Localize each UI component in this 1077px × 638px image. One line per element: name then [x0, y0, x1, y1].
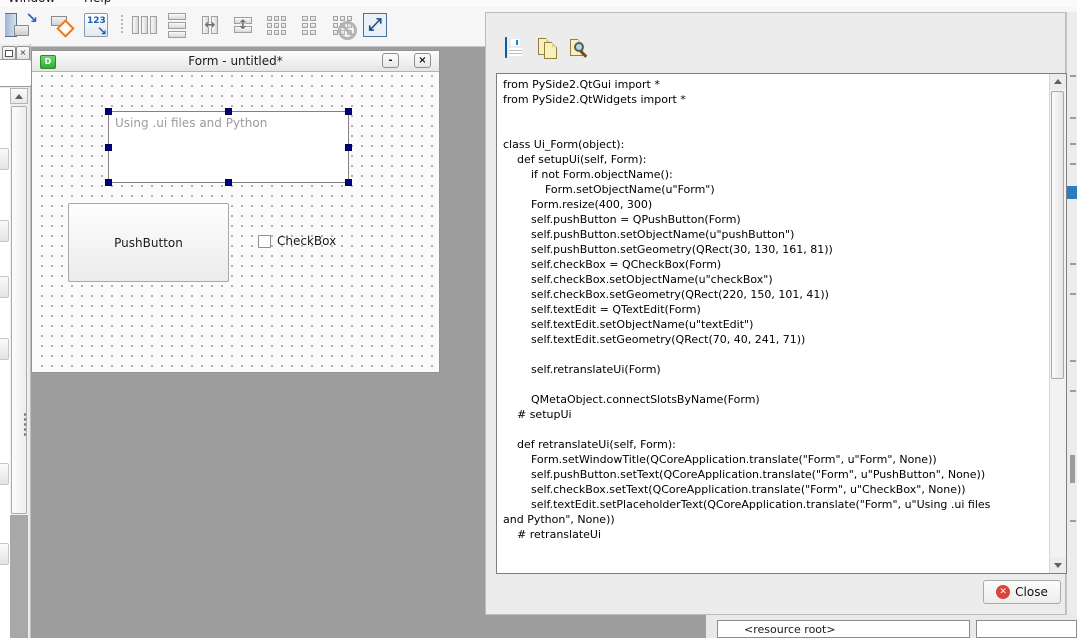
- layout-form-button[interactable]: [296, 12, 322, 38]
- code-scrollbar[interactable]: [1049, 74, 1066, 573]
- save-icon: [505, 37, 507, 58]
- arrow-down-icon: [1054, 563, 1062, 568]
- widget-category-row[interactable]: [0, 338, 9, 360]
- dock-close-button[interactable]: ×: [16, 46, 30, 60]
- close-dialog-button[interactable]: ✕ Close: [983, 580, 1061, 604]
- menu-bar: Window Help: [0, 0, 1077, 7]
- widget-category-row[interactable]: [0, 148, 9, 170]
- menu-item-window[interactable]: Window: [8, 0, 55, 5]
- copy-code-button[interactable]: [537, 38, 559, 60]
- check-box-label: CheckBox: [277, 234, 336, 248]
- edit-signals-slots-button[interactable]: ↘: [12, 12, 38, 38]
- dock-scrollbar-lower-track[interactable]: [10, 515, 28, 638]
- close-button-label: Close: [1015, 585, 1048, 599]
- form-window-title: Form - untitled*: [32, 54, 439, 68]
- dock-scrollbar-up[interactable]: [10, 88, 28, 104]
- selection-handle-s[interactable]: [225, 179, 232, 186]
- edit-buddies-button[interactable]: [49, 12, 75, 38]
- push-button-label: PushButton: [114, 236, 183, 250]
- form-close-button[interactable]: ×: [414, 53, 431, 68]
- break-layout-button[interactable]: [329, 12, 355, 38]
- buddy-icon: [50, 13, 74, 37]
- layout-vertical-icon: [168, 13, 186, 38]
- resource-browser-panel: <resource root>: [706, 615, 1077, 638]
- dock-splitter-handle[interactable]: [23, 412, 27, 438]
- code-view[interactable]: from PySide2.QtGui import * from PySide2…: [496, 73, 1067, 574]
- close-circle-icon: ✕: [996, 585, 1010, 599]
- selection-handle-ne[interactable]: [345, 108, 352, 115]
- float-icon: [5, 50, 13, 57]
- selection-handle-w[interactable]: [105, 144, 112, 151]
- layout-horizontal-button[interactable]: [131, 12, 157, 38]
- widget-category-row[interactable]: [0, 463, 9, 485]
- resource-tree[interactable]: <resource root>: [717, 620, 970, 638]
- close-icon: ×: [20, 49, 27, 57]
- qt-designer-screen: Window Help ↘ 123 ↘: [0, 0, 1077, 638]
- layout-grid-button[interactable]: [263, 12, 289, 38]
- layout-splitter-vertical-button[interactable]: ↕: [230, 12, 256, 38]
- menu-item-help[interactable]: Help: [84, 0, 111, 5]
- code-scroll-up[interactable]: [1050, 74, 1066, 89]
- widget-category-row[interactable]: [0, 543, 9, 565]
- selection-handle-n[interactable]: [225, 108, 232, 115]
- copy-icon: [537, 38, 559, 60]
- arrow-up-icon: [1054, 79, 1062, 84]
- adjust-size-button[interactable]: ⤢: [362, 12, 388, 38]
- no-sign-icon: [338, 21, 357, 40]
- form-minimize-button[interactable]: -: [382, 53, 399, 68]
- layout-vertical-button[interactable]: [164, 12, 190, 38]
- clipped-right-panel: [1066, 12, 1077, 638]
- code-preview-dialog: from PySide2.QtGui import * from PySide2…: [485, 12, 1066, 615]
- adjust-size-icon: ⤢: [363, 13, 387, 37]
- selection-handle-nw[interactable]: [105, 108, 112, 115]
- tab-order-icon: 123 ↘: [84, 13, 108, 37]
- generated-python-code: from PySide2.QtGui import * from PySide2…: [503, 77, 990, 542]
- selection-handle-se[interactable]: [345, 179, 352, 186]
- dock-scrollbar-thumb[interactable]: [11, 106, 27, 514]
- form-designer-window: D Form - untitled* - × Using .ui files a…: [31, 50, 440, 373]
- find-in-code-button[interactable]: [569, 38, 591, 60]
- resource-root-item[interactable]: <resource root>: [744, 623, 836, 636]
- layout-splitter-horizontal-button[interactable]: ↔: [197, 12, 223, 38]
- grid-layout-icon: [267, 16, 286, 35]
- edit-tab-order-button[interactable]: 123 ↘: [83, 12, 109, 38]
- selection-handle-e[interactable]: [345, 144, 352, 151]
- widget-category-row[interactable]: [0, 220, 9, 242]
- form-window-titlebar[interactable]: D Form - untitled* - ×: [32, 51, 439, 72]
- signal-slot-icon: ↘: [13, 13, 37, 37]
- resource-side-box[interactable]: [976, 620, 1077, 638]
- layout-horizontal-icon: [132, 16, 157, 34]
- arrow-up-icon: [15, 94, 23, 99]
- toolbar-separator: [121, 15, 123, 35]
- code-scroll-down[interactable]: [1050, 558, 1066, 573]
- dock-float-button[interactable]: [2, 46, 16, 60]
- widget-filter-input[interactable]: [0, 59, 32, 87]
- widget-category-row[interactable]: [0, 276, 9, 298]
- text-edit-widget[interactable]: Using .ui files and Python: [108, 111, 349, 183]
- selected-item-edge: [1067, 186, 1077, 199]
- selection-handle-sw[interactable]: [105, 179, 112, 186]
- form-canvas[interactable]: Using .ui files and Python PushButton Ch…: [33, 72, 438, 371]
- widget-box-dock: ×: [0, 44, 31, 638]
- form-layout-icon: [302, 16, 316, 35]
- save-code-button[interactable]: [505, 38, 527, 60]
- code-scrollbar-thumb[interactable]: [1051, 91, 1064, 379]
- text-edit-placeholder: Using .ui files and Python: [115, 116, 267, 130]
- check-box-indicator[interactable]: [258, 235, 271, 248]
- push-button-widget[interactable]: PushButton: [68, 203, 229, 282]
